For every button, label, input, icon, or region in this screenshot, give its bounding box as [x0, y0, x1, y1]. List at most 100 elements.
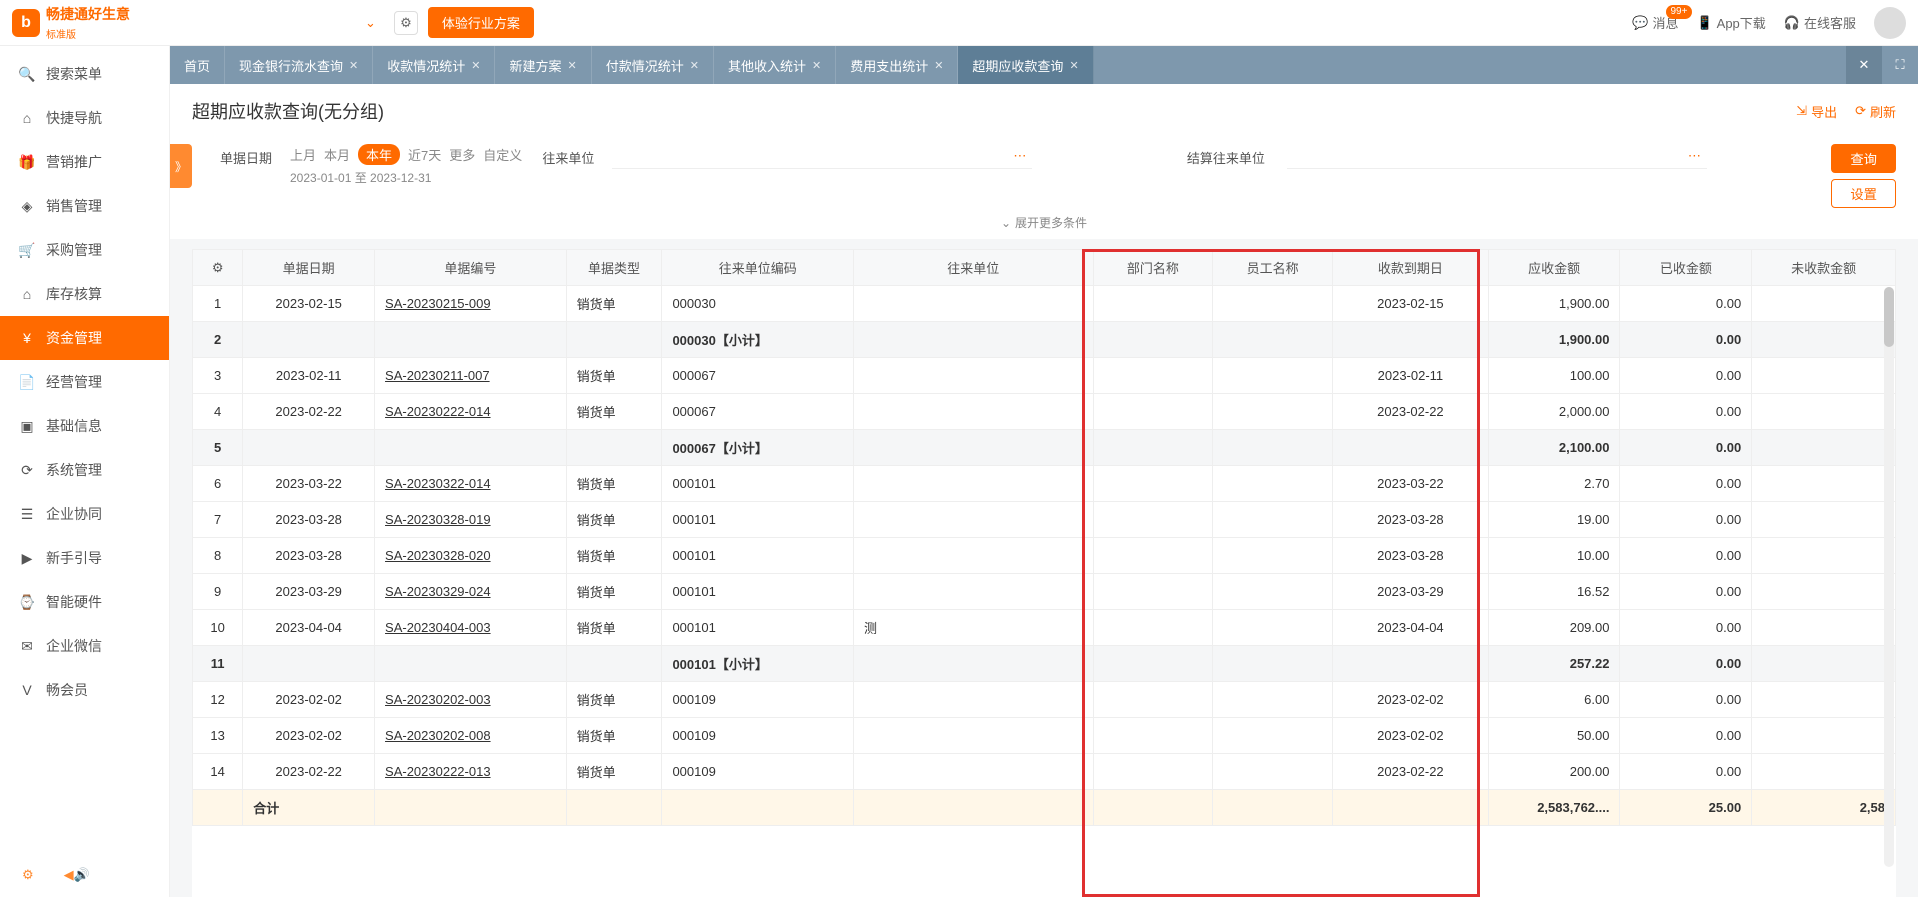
vertical-scrollbar[interactable] — [1884, 287, 1894, 867]
table-row[interactable]: 122023-02-02SA-20230202-003销货单0001092023… — [193, 682, 1896, 718]
table-row[interactable]: 102023-04-04SA-20230404-003销货单000101测202… — [193, 610, 1896, 646]
column-header[interactable]: 部门名称 — [1093, 250, 1213, 286]
tab-2[interactable]: 收款情况统计✕ — [373, 46, 495, 84]
settle-partner-picker-icon[interactable]: ⋯ — [1684, 148, 1707, 164]
refresh-button[interactable]: ⟳ 刷新 — [1855, 102, 1896, 121]
table-row[interactable]: 72023-03-28SA-20230328-019销货单0001012023-… — [193, 502, 1896, 538]
tab-5[interactable]: 其他收入统计✕ — [714, 46, 836, 84]
column-header[interactable]: 单据日期 — [243, 250, 375, 286]
sidebar-item-9[interactable]: ⟳系统管理 — [0, 448, 169, 492]
sidebar-item-13[interactable]: ✉企业微信 — [0, 624, 169, 668]
table-row[interactable]: 142023-02-22SA-20230222-013销货单0001092023… — [193, 754, 1896, 790]
close-tabs-icon[interactable]: ✕ — [1846, 46, 1882, 84]
sidebar-item-8[interactable]: ▣基础信息 — [0, 404, 169, 448]
doc-link[interactable]: SA-20230222-013 — [375, 754, 567, 790]
date-option-2[interactable]: 本年 — [358, 144, 400, 165]
collapse-filters-icon[interactable]: 》 — [170, 144, 192, 188]
table-row[interactable]: 62023-03-22SA-20230322-014销货单0001012023-… — [193, 466, 1896, 502]
column-header[interactable]: 应收金额 — [1488, 250, 1620, 286]
table-row[interactable]: 2000030【小计】1,900.000.00 — [193, 322, 1896, 358]
doc-link[interactable]: SA-20230329-024 — [375, 574, 567, 610]
doc-link[interactable]: SA-20230202-008 — [375, 718, 567, 754]
table-row[interactable]: 11000101【小计】257.220.00 — [193, 646, 1896, 682]
table-row[interactable]: 32023-02-11SA-20230211-007销货单0000672023-… — [193, 358, 1896, 394]
column-header[interactable]: 员工名称 — [1213, 250, 1333, 286]
doc-link[interactable]: SA-20230322-014 — [375, 466, 567, 502]
tab-0[interactable]: 首页 — [170, 46, 225, 84]
settings-gear-icon[interactable]: ⚙ — [22, 867, 34, 883]
sidebar-item-12[interactable]: ⌚智能硬件 — [0, 580, 169, 624]
table-row[interactable]: 82023-03-28SA-20230328-020销货单0001012023-… — [193, 538, 1896, 574]
doc-link[interactable]: SA-20230202-003 — [375, 682, 567, 718]
sidebar-item-1[interactable]: ⌂快捷导航 — [0, 96, 169, 140]
table-row[interactable]: 132023-02-02SA-20230202-008销货单0001092023… — [193, 718, 1896, 754]
partner-input[interactable] — [612, 149, 1009, 164]
gear-icon[interactable]: ⚙ — [394, 11, 418, 35]
query-button[interactable]: 查询 — [1831, 144, 1896, 173]
tab-7[interactable]: 超期应收款查询✕ — [958, 46, 1093, 84]
date-option-0[interactable]: 上月 — [290, 145, 316, 164]
doc-link[interactable]: SA-20230215-009 — [375, 286, 567, 322]
tab-close-icon[interactable]: ✕ — [568, 59, 577, 72]
tab-close-icon[interactable]: ✕ — [471, 59, 480, 72]
sidebar-item-6[interactable]: ¥资金管理 — [0, 316, 169, 360]
tab-close-icon[interactable]: ✕ — [934, 59, 943, 72]
sidebar-item-label: 畅会员 — [46, 680, 88, 700]
tab-3[interactable]: 新建方案✕ — [495, 46, 591, 84]
collapse-sidebar-icon[interactable]: ◀🔊 — [64, 867, 90, 883]
expand-conditions-button[interactable]: ⌄ 展开更多条件 — [192, 208, 1896, 239]
export-button[interactable]: ⇲ 导出 — [1796, 102, 1837, 121]
industry-plan-button[interactable]: 体验行业方案 — [428, 7, 534, 38]
sidebar-item-4[interactable]: 🛒采购管理 — [0, 228, 169, 272]
column-header[interactable]: 往来单位编码 — [662, 250, 854, 286]
org-picker-chevron-icon[interactable]: ⌄ — [365, 15, 376, 31]
tab-1[interactable]: 现金银行流水查询✕ — [225, 46, 373, 84]
tab-close-icon[interactable]: ✕ — [690, 59, 699, 72]
tab-6[interactable]: 费用支出统计✕ — [836, 46, 958, 84]
settle-partner-input[interactable] — [1287, 149, 1684, 164]
sidebar-item-11[interactable]: ▶新手引导 — [0, 536, 169, 580]
table-row[interactable]: 92023-03-29SA-20230329-024销货单0001012023-… — [193, 574, 1896, 610]
online-service-button[interactable]: 🎧 在线客服 — [1784, 13, 1856, 32]
filter-settings-button[interactable]: 设置 — [1831, 179, 1896, 208]
sidebar-item-3[interactable]: ◈销售管理 — [0, 184, 169, 228]
column-header[interactable]: 收款到期日 — [1333, 250, 1489, 286]
table-row[interactable]: 5000067【小计】2,100.000.00 — [193, 430, 1896, 466]
date-option-5[interactable]: 自定义 — [483, 145, 522, 164]
column-header[interactable]: 单据编号 — [375, 250, 567, 286]
tab-close-icon[interactable]: ✕ — [1069, 59, 1078, 72]
doc-link[interactable]: SA-20230222-014 — [375, 394, 567, 430]
scrollbar-thumb[interactable] — [1884, 287, 1894, 347]
fullscreen-icon[interactable]: ⛶ — [1882, 46, 1918, 84]
partner-picker-icon[interactable]: ⋯ — [1009, 148, 1032, 164]
date-option-3[interactable]: 近7天 — [408, 145, 441, 164]
table-settings-gear-icon[interactable]: ⚙ — [212, 260, 224, 275]
sidebar-item-14[interactable]: V 畅会员 — [0, 668, 169, 712]
sidebar-item-0[interactable]: 🔍搜索菜单 — [0, 52, 169, 96]
table-row[interactable]: 42023-02-22SA-20230222-014销货单0000672023-… — [193, 394, 1896, 430]
doc-link[interactable]: SA-20230404-003 — [375, 610, 567, 646]
doc-link[interactable]: SA-20230328-019 — [375, 502, 567, 538]
avatar[interactable] — [1874, 7, 1906, 39]
sidebar-item-2[interactable]: 🎁营销推广 — [0, 140, 169, 184]
doc-link[interactable]: SA-20230211-007 — [375, 358, 567, 394]
date-option-4[interactable]: 更多 — [449, 145, 475, 164]
table-row[interactable]: 12023-02-15SA-20230215-009销货单0000302023-… — [193, 286, 1896, 322]
column-header[interactable]: 已收金额 — [1620, 250, 1752, 286]
sidebar-item-5[interactable]: ⌂库存核算 — [0, 272, 169, 316]
tab-close-icon[interactable]: ✕ — [349, 59, 358, 72]
column-header[interactable]: 未收款金额 — [1752, 250, 1896, 286]
tab-4[interactable]: 付款情况统计✕ — [592, 46, 714, 84]
tab-close-icon[interactable]: ✕ — [812, 59, 821, 72]
doc-link[interactable]: SA-20230328-020 — [375, 538, 567, 574]
column-header[interactable]: 单据类型 — [566, 250, 662, 286]
app-download-button[interactable]: 📱 App下载 — [1696, 13, 1765, 32]
sidebar-item-icon: V — [18, 681, 36, 699]
settle-partner-label: 结算往来单位 — [1187, 144, 1277, 167]
date-option-1[interactable]: 本月 — [324, 145, 350, 164]
column-header[interactable]: 往来单位 — [854, 250, 1094, 286]
messages-button[interactable]: 💬 消息 99+ — [1632, 13, 1678, 32]
filter-bar: 》 单据日期 上月本月本年近7天更多自定义 2023-01-01 至 2023-… — [170, 134, 1918, 239]
sidebar-item-7[interactable]: 📄经营管理 — [0, 360, 169, 404]
sidebar-item-10[interactable]: ☰企业协同 — [0, 492, 169, 536]
